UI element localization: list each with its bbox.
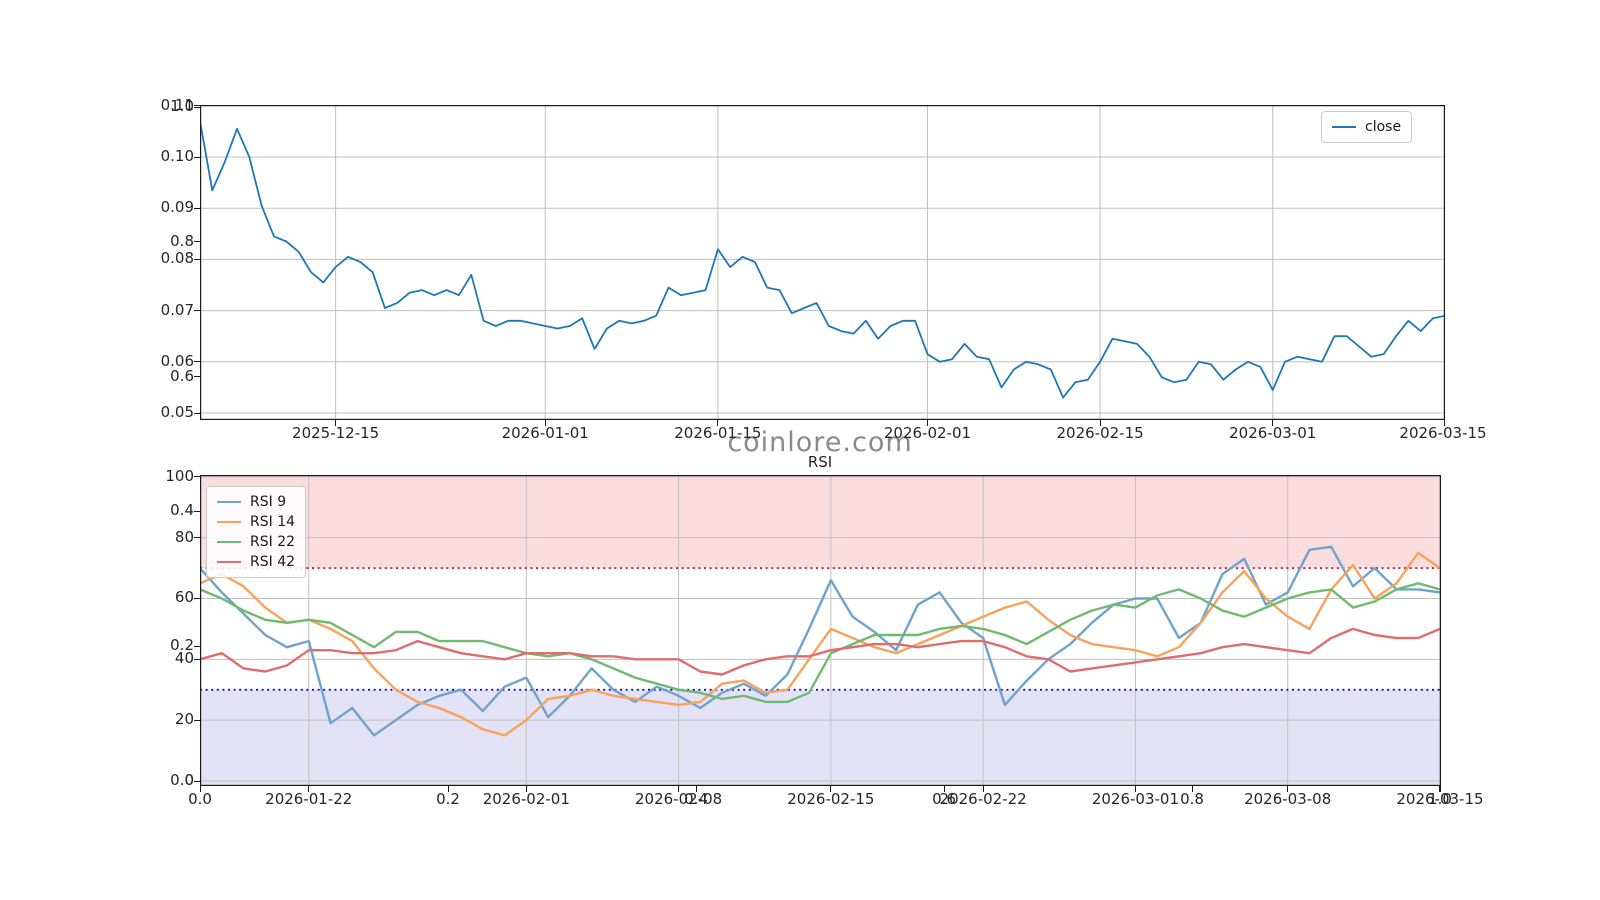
tick-mark	[194, 106, 200, 108]
price-chart-panel	[200, 105, 1445, 420]
legend-entry-close: close	[1332, 117, 1401, 137]
tick-mark	[194, 412, 200, 414]
legend-line-swatch	[217, 561, 241, 563]
rsi-xtick-label: 2026-02-01	[482, 790, 570, 808]
tick-mark	[1272, 420, 1274, 426]
price-xtick-label: 2026-02-01	[883, 424, 972, 442]
legend-line-swatch	[217, 501, 241, 503]
tick-mark	[1191, 786, 1193, 792]
overlay-ytick-label: 0.4	[170, 501, 194, 520]
legend-line-swatch	[217, 521, 241, 523]
rsi-ytick-label: 20	[174, 710, 194, 729]
rsi-xtick-label: 2026-02-15	[787, 790, 875, 808]
rsi-ytick-label: 100	[165, 466, 194, 485]
price-ytick-label: 0.05	[160, 403, 194, 421]
price-xtick-label: 2026-03-01	[1229, 424, 1317, 442]
price-ytick-label: 0.08	[160, 249, 194, 268]
legend-label: RSI 42	[250, 554, 296, 570]
tick-mark	[194, 510, 200, 512]
overlay-ytick-label: 0.8	[170, 231, 194, 250]
tick-mark	[308, 786, 310, 792]
tick-mark	[194, 310, 200, 312]
overlay-xtick-label: 0.8	[1180, 790, 1204, 808]
overlay-ytick-label: 0.6	[170, 366, 194, 385]
oversold-zone	[200, 689, 1441, 786]
overbought-zone	[200, 475, 1441, 569]
chart-figure: coinlore.com RSI close RSI 9 RSI 14 RSI 22…	[0, 0, 1600, 900]
tick-mark	[926, 420, 928, 426]
tick-mark	[1443, 420, 1445, 426]
legend-entry-rsi-42: RSI 42	[217, 552, 295, 572]
price-xtick-label: 2026-01-15	[674, 424, 762, 442]
tick-mark	[194, 597, 200, 599]
legend-label: RSI 22	[250, 534, 296, 550]
tick-mark	[194, 719, 200, 721]
rsi-xtick-label: 2026-03-08	[1244, 790, 1332, 808]
tick-mark	[447, 786, 449, 792]
rsi-42-line	[200, 627, 1441, 676]
tick-mark	[1099, 420, 1101, 426]
panel-spine	[200, 105, 1445, 420]
overlay-xtick-label: 0.6	[932, 790, 956, 808]
rsi-ytick-label: 80	[174, 527, 194, 546]
legend-entry-rsi-9: RSI 9	[217, 492, 295, 512]
tick-mark	[525, 786, 527, 792]
rsi-chart-panel	[200, 475, 1441, 786]
price-xtick-label: 2025-12-15	[292, 424, 380, 442]
tick-mark	[194, 361, 200, 363]
legend-line-swatch	[1332, 126, 1356, 128]
tick-mark	[194, 376, 200, 378]
overlay-ytick-label: 0.0	[170, 771, 194, 789]
tick-mark	[194, 537, 200, 539]
tick-mark	[194, 780, 200, 782]
tick-mark	[199, 786, 201, 792]
rsi-ytick-label: 60	[174, 588, 194, 607]
tick-mark	[717, 420, 719, 426]
rsi-xtick-label: 2026-02-08	[634, 790, 723, 808]
rsi-legend: RSI 9 RSI 14 RSI 22 RSI 42	[206, 486, 307, 578]
tick-mark	[1287, 786, 1289, 792]
legend-entry-rsi-22: RSI 22	[217, 532, 295, 552]
price-xtick-label: 2026-02-15	[1056, 424, 1144, 442]
tick-mark	[194, 156, 200, 158]
overlay-xtick-label: 0.0	[188, 790, 212, 808]
legend-line-swatch	[217, 541, 241, 543]
overlay-xtick-label: 0.2	[436, 790, 460, 808]
rsi-xtick-label: 2026-03-01	[1091, 790, 1180, 808]
tick-mark	[194, 241, 200, 243]
tick-mark	[695, 786, 697, 792]
tick-mark	[194, 658, 200, 660]
tick-mark	[982, 786, 984, 792]
tick-mark	[194, 645, 200, 647]
tick-mark	[678, 786, 680, 792]
legend-label: RSI 14	[250, 514, 296, 530]
tick-mark	[1439, 786, 1441, 792]
legend-entry-rsi-14: RSI 14	[217, 512, 295, 532]
rsi-chart-title: RSI	[807, 453, 833, 471]
tick-mark	[830, 786, 832, 792]
overlay-ytick-label: 0.2	[170, 636, 194, 655]
overlay-xtick-label: 0.4	[684, 790, 708, 808]
price-xtick-label: 2026-01-01	[501, 424, 589, 442]
tick-mark	[544, 420, 546, 426]
tick-mark	[1134, 786, 1136, 792]
overlay-xtick-label: 1.0	[1428, 790, 1452, 808]
tick-mark	[194, 207, 200, 209]
tick-mark	[194, 476, 200, 478]
rsi-xtick-label: 2026-01-22	[265, 790, 353, 808]
legend-label: RSI 9	[250, 494, 287, 510]
tick-mark	[194, 258, 200, 260]
price-ytick-label: 0.10	[160, 147, 194, 165]
price-xtick-label: 2026-03-15	[1399, 424, 1487, 442]
overlay-ytick-label: 1.0	[170, 97, 194, 115]
price-ytick-label: 0.09	[160, 198, 194, 217]
legend-label: close	[1365, 119, 1402, 135]
tick-mark	[335, 420, 337, 426]
price-legend: close	[1321, 111, 1413, 143]
tick-mark	[943, 786, 945, 792]
price-ytick-label: 0.07	[160, 300, 194, 319]
